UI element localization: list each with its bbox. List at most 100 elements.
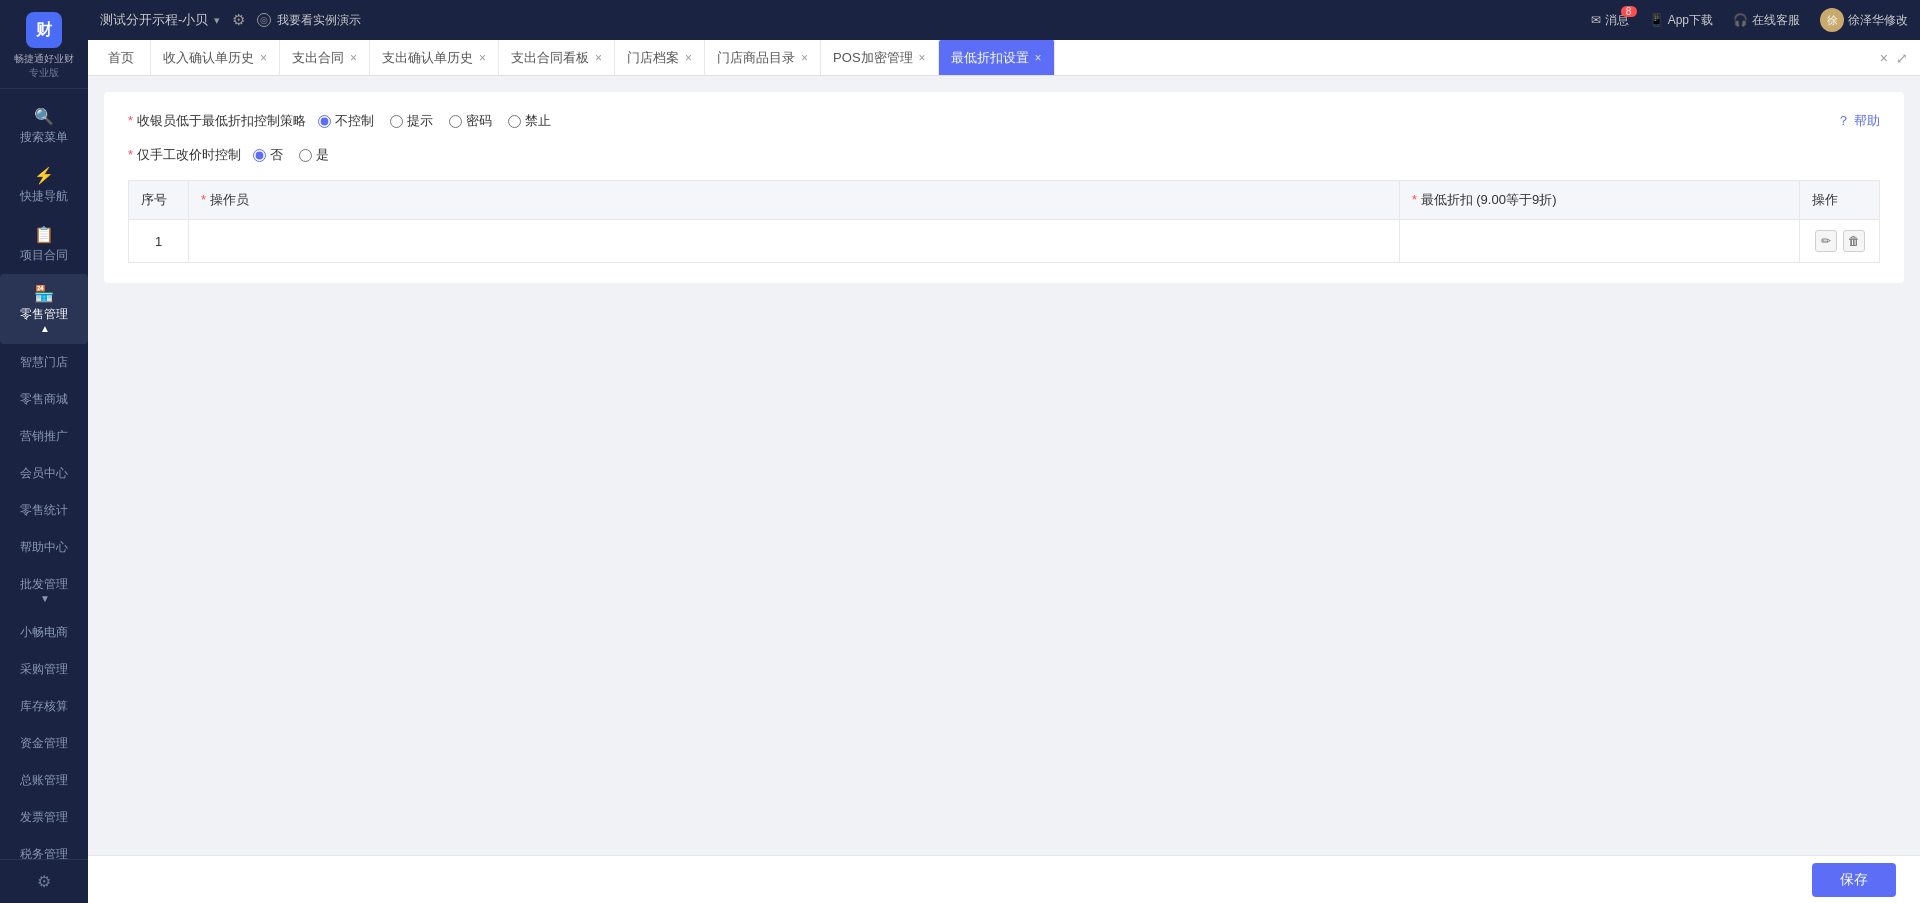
sidebar-item-label: 小畅电商: [20, 624, 68, 641]
sidebar-item-retail[interactable]: 🏪 零售管理 ▲: [0, 274, 88, 344]
sidebar-item-label: 零售管理: [20, 306, 68, 323]
sidebar-item-wholesale[interactable]: 批发管理 ▼: [0, 566, 88, 614]
sidebar-item-label: 总账管理: [20, 772, 68, 789]
sidebar-item-marketing[interactable]: 营销推广: [0, 418, 88, 455]
sidebar-item-label: 资金管理: [20, 735, 68, 752]
table-header-row: 序号 操作员 最低折扣 (9.00等于9折) 操作: [129, 181, 1880, 220]
policy-option-no-control[interactable]: 不控制: [318, 112, 374, 130]
cell-discount: [1400, 220, 1800, 263]
topbar-message[interactable]: ✉ 消息 8: [1591, 12, 1629, 29]
tab-home[interactable]: 首页: [92, 40, 151, 76]
main-area: 测试分开示程-小贝 ▾ ⚙ ◎ 我要看实例演示 ✉ 消息 8 📱 App下载 🎧…: [88, 0, 1920, 903]
table-header: 序号 操作员 最低折扣 (9.00等于9折) 操作: [129, 181, 1880, 220]
tab-expense-contract[interactable]: 支出合同 ×: [280, 40, 370, 76]
discount-table: 序号 操作员 最低折扣 (9.00等于9折) 操作 1 ✏: [128, 180, 1880, 263]
tab-pos-manage[interactable]: POS加密管理 ×: [821, 40, 938, 76]
sidebar-item-label: 营销推广: [20, 428, 68, 445]
topbar-right: ✉ 消息 8 📱 App下载 🎧 在线客服 徐 徐泽华修改: [1591, 8, 1908, 32]
tab-expense-board[interactable]: 支出合同看板 ×: [499, 40, 615, 76]
policy-radio-forbid[interactable]: [508, 115, 521, 128]
topbar-customer-service[interactable]: 🎧 在线客服: [1733, 12, 1800, 29]
project-name: 测试分开示程-小贝: [100, 11, 208, 29]
row-action-btns: ✏ 🗑: [1812, 230, 1867, 252]
policy-radio-password[interactable]: [449, 115, 462, 128]
manual-radio-group: 否 是: [253, 146, 329, 164]
maximize-icon[interactable]: ⤢: [1896, 50, 1908, 66]
sidebar-item-smart-store[interactable]: 智慧门店: [0, 344, 88, 381]
user-name: 徐泽华修改: [1848, 12, 1908, 29]
tab-close-icon[interactable]: ×: [479, 52, 486, 64]
sidebar-item-label: 零售统计: [20, 502, 68, 519]
sidebar-item-finance[interactable]: 资金管理: [0, 725, 88, 762]
manual-option-yes[interactable]: 是: [299, 146, 329, 164]
sidebar-item-quicknav[interactable]: ⚡ 快捷导航: [0, 156, 88, 215]
expand-icon: ▲: [40, 323, 50, 334]
tab-close-icon[interactable]: ×: [919, 52, 926, 64]
topbar-user[interactable]: 徐 徐泽华修改: [1820, 8, 1908, 32]
manual-label: 仅手工改价时控制: [128, 146, 241, 164]
policy-radio-no-control[interactable]: [318, 115, 331, 128]
tab-close-icon[interactable]: ×: [685, 52, 692, 64]
policy-option-remind[interactable]: 提示: [390, 112, 433, 130]
sidebar-item-ledger[interactable]: 总账管理: [0, 762, 88, 799]
sidebar-item-online-store[interactable]: 零售商城: [0, 381, 88, 418]
col-action-header: 操作: [1800, 181, 1880, 220]
help-icon: ？: [1837, 112, 1850, 130]
tab-label: 门店档案: [627, 49, 679, 67]
row-delete-btn[interactable]: 🗑: [1843, 230, 1865, 252]
policy-radio-remind[interactable]: [390, 115, 403, 128]
sidebar-item-stats[interactable]: 零售统计: [0, 492, 88, 529]
sidebar-item-purchase[interactable]: 采购管理: [0, 651, 88, 688]
tab-close-icon[interactable]: ×: [595, 52, 602, 64]
sidebar-item-tax[interactable]: 税务管理: [0, 836, 88, 859]
row-edit-btn[interactable]: ✏: [1815, 230, 1837, 252]
sidebar-item-label: 搜索菜单: [20, 129, 68, 146]
sidebar-item-invoice[interactable]: 发票管理: [0, 799, 88, 836]
project-dropdown-arrow: ▾: [214, 14, 220, 27]
save-button[interactable]: 保存: [1812, 863, 1896, 897]
col-discount-header: 最低折扣 (9.00等于9折): [1400, 181, 1800, 220]
table-row: 1 ✏ 🗑: [129, 220, 1880, 263]
message-badge: 8: [1621, 6, 1637, 17]
manual-option-no[interactable]: 否: [253, 146, 283, 164]
settings-icon[interactable]: ⚙: [37, 872, 51, 891]
policy-option-forbid[interactable]: 禁止: [508, 112, 551, 130]
tab-min-discount[interactable]: 最低折扣设置 ×: [939, 40, 1055, 76]
page-content: ？ 帮助 收银员低于最低折扣控制策略 不控制 提示: [88, 76, 1920, 855]
help-link[interactable]: ？ 帮助: [1837, 112, 1880, 130]
tab-label: 最低折扣设置: [951, 49, 1029, 67]
manual-radio-no[interactable]: [253, 149, 266, 162]
topbar-settings-icon[interactable]: ⚙: [232, 11, 245, 29]
tab-close-icon[interactable]: ×: [801, 52, 808, 64]
sidebar-item-help[interactable]: 帮助中心: [0, 529, 88, 566]
close-tab-icon[interactable]: ×: [1880, 50, 1888, 66]
topbar-demo[interactable]: ◎ 我要看实例演示: [257, 12, 361, 29]
topbar-app-download[interactable]: 📱 App下载: [1649, 12, 1713, 29]
sidebar-item-label: 快捷导航: [20, 188, 68, 205]
tab-close-icon[interactable]: ×: [260, 52, 267, 64]
topbar: 测试分开示程-小贝 ▾ ⚙ ◎ 我要看实例演示 ✉ 消息 8 📱 App下载 🎧…: [88, 0, 1920, 40]
sidebar-item-label: 税务管理: [20, 846, 68, 859]
tab-expense-confirm-history[interactable]: 支出确认单历史 ×: [370, 40, 499, 76]
tab-close-icon[interactable]: ×: [350, 52, 357, 64]
sidebar-item-project[interactable]: 📋 项目合同: [0, 215, 88, 274]
topbar-project[interactable]: 测试分开示程-小贝 ▾: [100, 11, 220, 29]
manual-radio-yes[interactable]: [299, 149, 312, 162]
col-operator-header: 操作员: [189, 181, 1400, 220]
sidebar-item-ecommerce[interactable]: 小畅电商: [0, 614, 88, 651]
col-seq-header: 序号: [129, 181, 189, 220]
tab-revenue-history[interactable]: 收入确认单历史 ×: [151, 40, 280, 76]
tab-close-icon[interactable]: ×: [1035, 52, 1042, 64]
customer-service-label: 在线客服: [1752, 12, 1800, 29]
sidebar-item-member[interactable]: 会员中心: [0, 455, 88, 492]
service-icon: 🎧: [1733, 13, 1748, 27]
cell-action: ✏ 🗑: [1800, 220, 1880, 263]
policy-option-password[interactable]: 密码: [449, 112, 492, 130]
tab-store-catalog[interactable]: 门店商品目录 ×: [705, 40, 821, 76]
policy-option-label: 禁止: [525, 112, 551, 130]
sidebar-item-inventory[interactable]: 库存核算: [0, 688, 88, 725]
sidebar-item-search[interactable]: 🔍 搜索菜单: [0, 97, 88, 156]
tab-store-files[interactable]: 门店档案 ×: [615, 40, 705, 76]
app-logo-text: 畅捷通好业财: [14, 52, 74, 66]
sidebar-footer: ⚙: [0, 859, 88, 903]
